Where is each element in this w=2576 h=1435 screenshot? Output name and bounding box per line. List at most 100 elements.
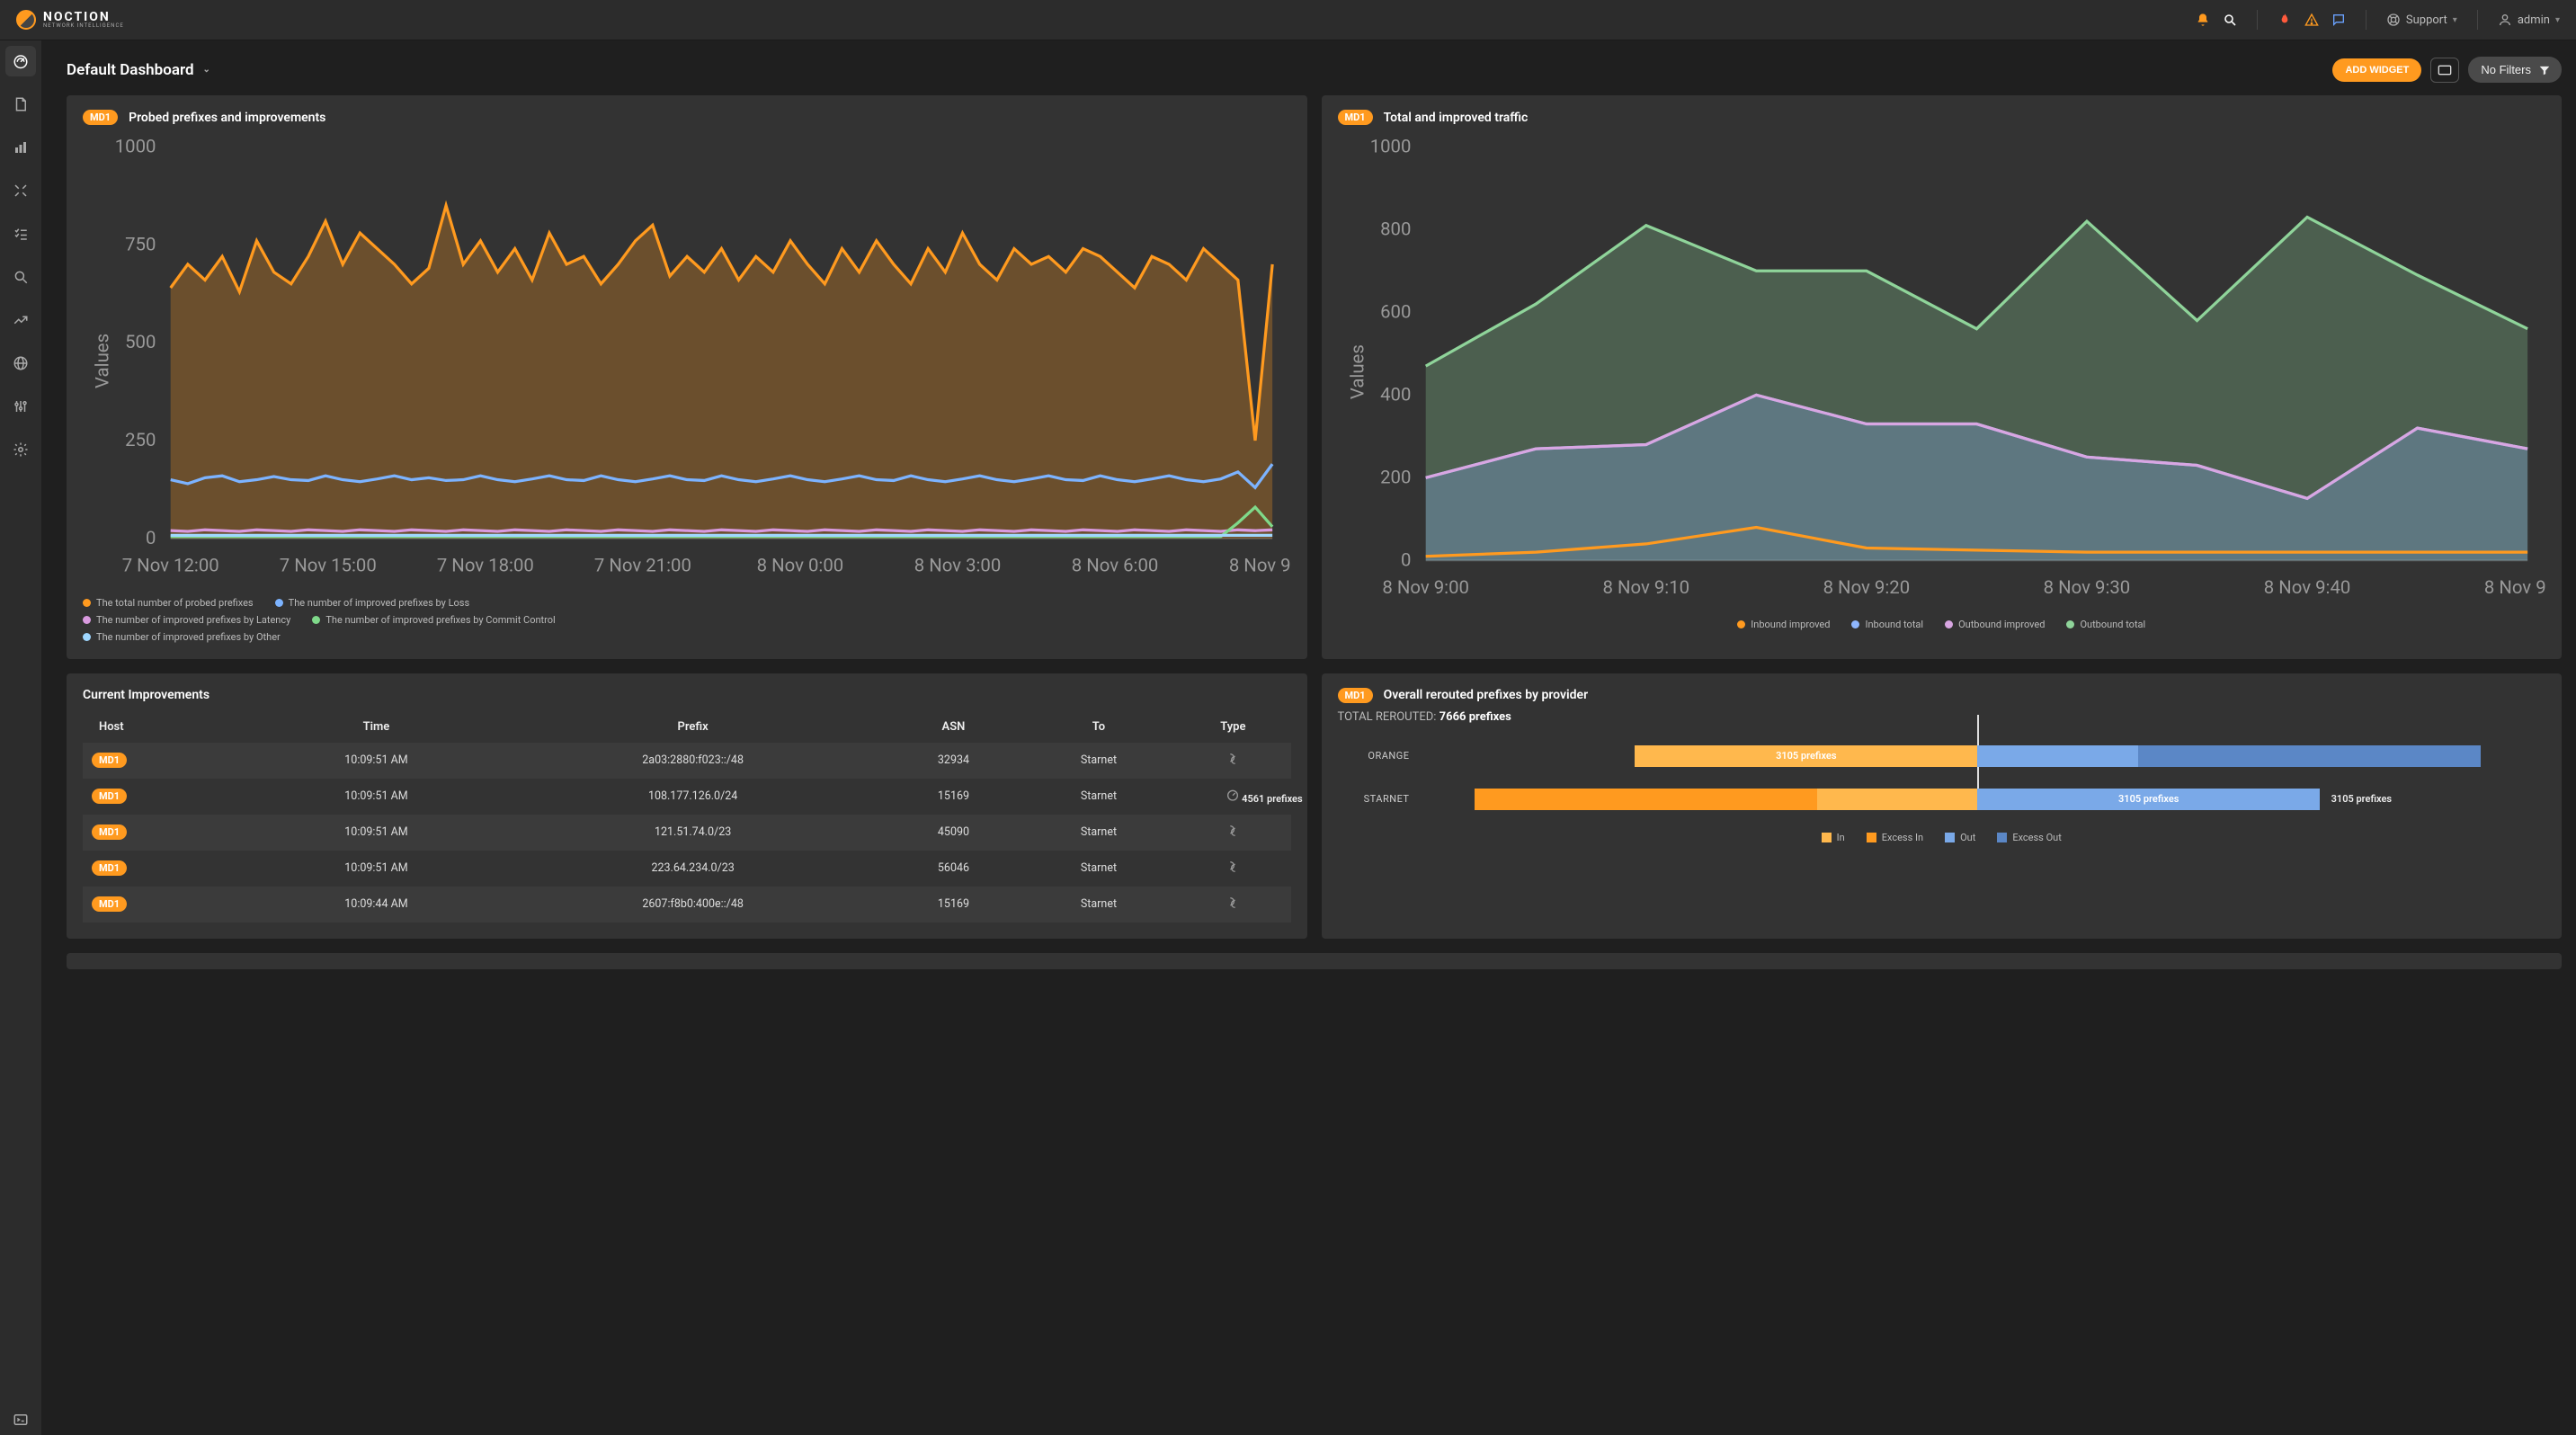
sidebar-item-collapse[interactable] [5, 175, 36, 206]
svg-text:500: 500 [125, 331, 156, 352]
legend-item[interactable]: The total number of probed prefixes [83, 597, 254, 609]
svg-text:8 Nov 9:20: 8 Nov 9:20 [1823, 576, 1910, 598]
provider-name: ORANGE [1347, 750, 1410, 762]
bell-icon[interactable] [2196, 13, 2210, 27]
svg-text:8 Nov 3:00: 8 Nov 3:00 [914, 555, 1002, 576]
flame-icon[interactable] [2277, 13, 2292, 27]
svg-text:7 Nov 18:00: 7 Nov 18:00 [437, 555, 534, 576]
sidebar-item-sliders[interactable] [5, 391, 36, 422]
table-header[interactable]: Time [252, 711, 501, 743]
widget-current-improvements: Current Improvements HostTimePrefixASNTo… [67, 673, 1307, 939]
sidebar-item-dashboard[interactable] [5, 46, 36, 76]
host-badge: MD1 [83, 110, 118, 125]
table-header[interactable]: ASN [885, 711, 1022, 743]
widget-rerouted: MD1 Overall rerouted prefixes by provide… [1322, 673, 2563, 939]
search-icon[interactable] [2223, 13, 2237, 27]
total-rerouted: TOTAL REROUTED: 7666 prefixes [1338, 710, 2546, 724]
legend-item[interactable]: Excess Out [1997, 832, 2062, 843]
warning-icon[interactable] [2304, 13, 2319, 27]
svg-text:800: 800 [1380, 218, 1411, 239]
svg-text:8 Nov 9:30: 8 Nov 9:30 [2043, 576, 2130, 598]
widget-title: Total and improved traffic [1384, 111, 1529, 125]
table-row[interactable]: MD110:09:44 AM2607:f8b0:400e::/4815169St… [83, 887, 1291, 922]
legend-item[interactable]: In [1822, 832, 1845, 843]
widget-title: Overall rerouted prefixes by provider [1384, 688, 1589, 702]
sidebar-item-globe[interactable] [5, 348, 36, 379]
sidebar-item-graph[interactable] [5, 305, 36, 335]
logo[interactable]: NOCTION NETWORK INTELLIGENCE [16, 10, 124, 30]
svg-text:8 Nov 6:00: 8 Nov 6:00 [1072, 555, 1159, 576]
table-row[interactable]: MD110:09:51 AM223.64.234.0/2356046Starne… [83, 851, 1291, 887]
sidebar-item-settings[interactable] [5, 434, 36, 465]
filters-label: No Filters [2481, 63, 2531, 76]
support-menu[interactable]: Support ▾ [2386, 13, 2457, 27]
support-label: Support [2406, 13, 2447, 27]
svg-text:8 Nov 0:00: 8 Nov 0:00 [757, 555, 844, 576]
legend-item[interactable]: Out [1945, 832, 1975, 843]
layout-button[interactable] [2430, 58, 2459, 83]
legend-item[interactable]: Outbound improved [1945, 619, 2045, 630]
legend-item[interactable]: Inbound improved [1737, 619, 1830, 630]
host-badge: MD1 [92, 860, 127, 876]
table-header[interactable]: Type [1175, 711, 1290, 743]
svg-text:8 Nov 9:50: 8 Nov 9:50 [2483, 576, 2545, 598]
provider-row: STARNET1456 prefixes3105 prefixes4561 pr… [1347, 789, 2537, 810]
type-icon [1175, 743, 1290, 779]
host-badge: MD1 [92, 789, 127, 804]
host-badge: MD1 [1338, 110, 1373, 125]
chart-rerouted[interactable]: ORANGE3105 prefixes1456 prefixes4561 pre… [1338, 745, 2546, 810]
table-header[interactable]: Prefix [501, 711, 885, 743]
svg-text:400: 400 [1380, 383, 1411, 405]
svg-text:Values: Values [1346, 344, 1368, 399]
widget-placeholder [67, 953, 2562, 969]
chevron-down-icon: ▾ [2453, 15, 2457, 25]
sidebar-item-list[interactable] [5, 218, 36, 249]
legend-item[interactable]: The number of improved prefixes by Commi… [312, 614, 555, 626]
type-icon [1175, 815, 1290, 851]
chevron-down-icon: ⌄ [203, 65, 210, 75]
chat-icon[interactable] [2331, 13, 2346, 27]
table-row[interactable]: MD110:09:51 AM2a03:2880:f023::/4832934St… [83, 743, 1291, 779]
lifebuoy-icon [2386, 13, 2401, 27]
widget-title: Current Improvements [83, 688, 209, 702]
legend-item[interactable]: The number of improved prefixes by Laten… [83, 614, 290, 626]
legend-item[interactable]: Outbound total [2066, 619, 2145, 630]
provider-row: ORANGE3105 prefixes1456 prefixes4561 pre… [1347, 745, 2537, 767]
legend-item[interactable]: Excess In [1867, 832, 1923, 843]
topbar: NOCTION NETWORK INTELLIGENCE Support ▾ [0, 0, 2576, 40]
sidebar-item-stats[interactable] [5, 132, 36, 163]
filters-button[interactable]: No Filters [2468, 57, 2562, 83]
chart-probed[interactable]: 02505007501000Values7 Nov 12:007 Nov 15:… [83, 132, 1291, 590]
widget-traffic: MD1 Total and improved traffic 020040060… [1322, 95, 2563, 659]
host-badge: MD1 [92, 824, 127, 840]
type-icon [1175, 851, 1290, 887]
legend-item[interactable]: The number of improved prefixes by Other [83, 631, 281, 643]
sidebar-item-search[interactable] [5, 262, 36, 292]
svg-text:7 Nov 15:00: 7 Nov 15:00 [280, 555, 377, 576]
dashboard-title: Default Dashboard [67, 61, 194, 79]
sidebar-item-reports[interactable] [5, 89, 36, 120]
legend-item[interactable]: The number of improved prefixes by Loss [275, 597, 470, 609]
brand-tagline: NETWORK INTELLIGENCE [43, 23, 124, 29]
svg-text:1000: 1000 [1369, 135, 1411, 156]
widget-title: Probed prefixes and improvements [129, 111, 325, 125]
legend-item[interactable]: Inbound total [1851, 619, 1923, 630]
logo-icon [16, 10, 36, 30]
improvements-table: HostTimePrefixASNToType MD110:09:51 AM2a… [83, 711, 1291, 922]
table-header[interactable]: Host [83, 711, 252, 743]
dashboard-selector[interactable]: Default Dashboard ⌄ [67, 61, 210, 79]
table-row[interactable]: MD110:09:51 AM121.51.74.0/2345090Starnet [83, 815, 1291, 851]
table-row[interactable]: MD110:09:51 AM108.177.126.0/2415169Starn… [83, 779, 1291, 815]
table-header[interactable]: To [1022, 711, 1175, 743]
sidebar [0, 40, 41, 1435]
add-widget-button[interactable]: ADD WIDGET [2332, 58, 2421, 82]
sidebar-item-terminal[interactable] [5, 1404, 36, 1435]
svg-text:250: 250 [125, 429, 156, 450]
main: Default Dashboard ⌄ ADD WIDGET No Filter… [41, 40, 2576, 1435]
legend-rerouted: In Excess In Out Excess Out [1338, 832, 2546, 843]
svg-text:8 Nov 9:00: 8 Nov 9:00 [1382, 576, 1469, 598]
chart-traffic[interactable]: 02004006008001000Values8 Nov 9:008 Nov 9… [1338, 132, 2546, 611]
svg-text:600: 600 [1380, 300, 1411, 322]
svg-text:8 Nov 9:40: 8 Nov 9:40 [2263, 576, 2350, 598]
user-menu[interactable]: admin ▾ [2498, 13, 2560, 27]
